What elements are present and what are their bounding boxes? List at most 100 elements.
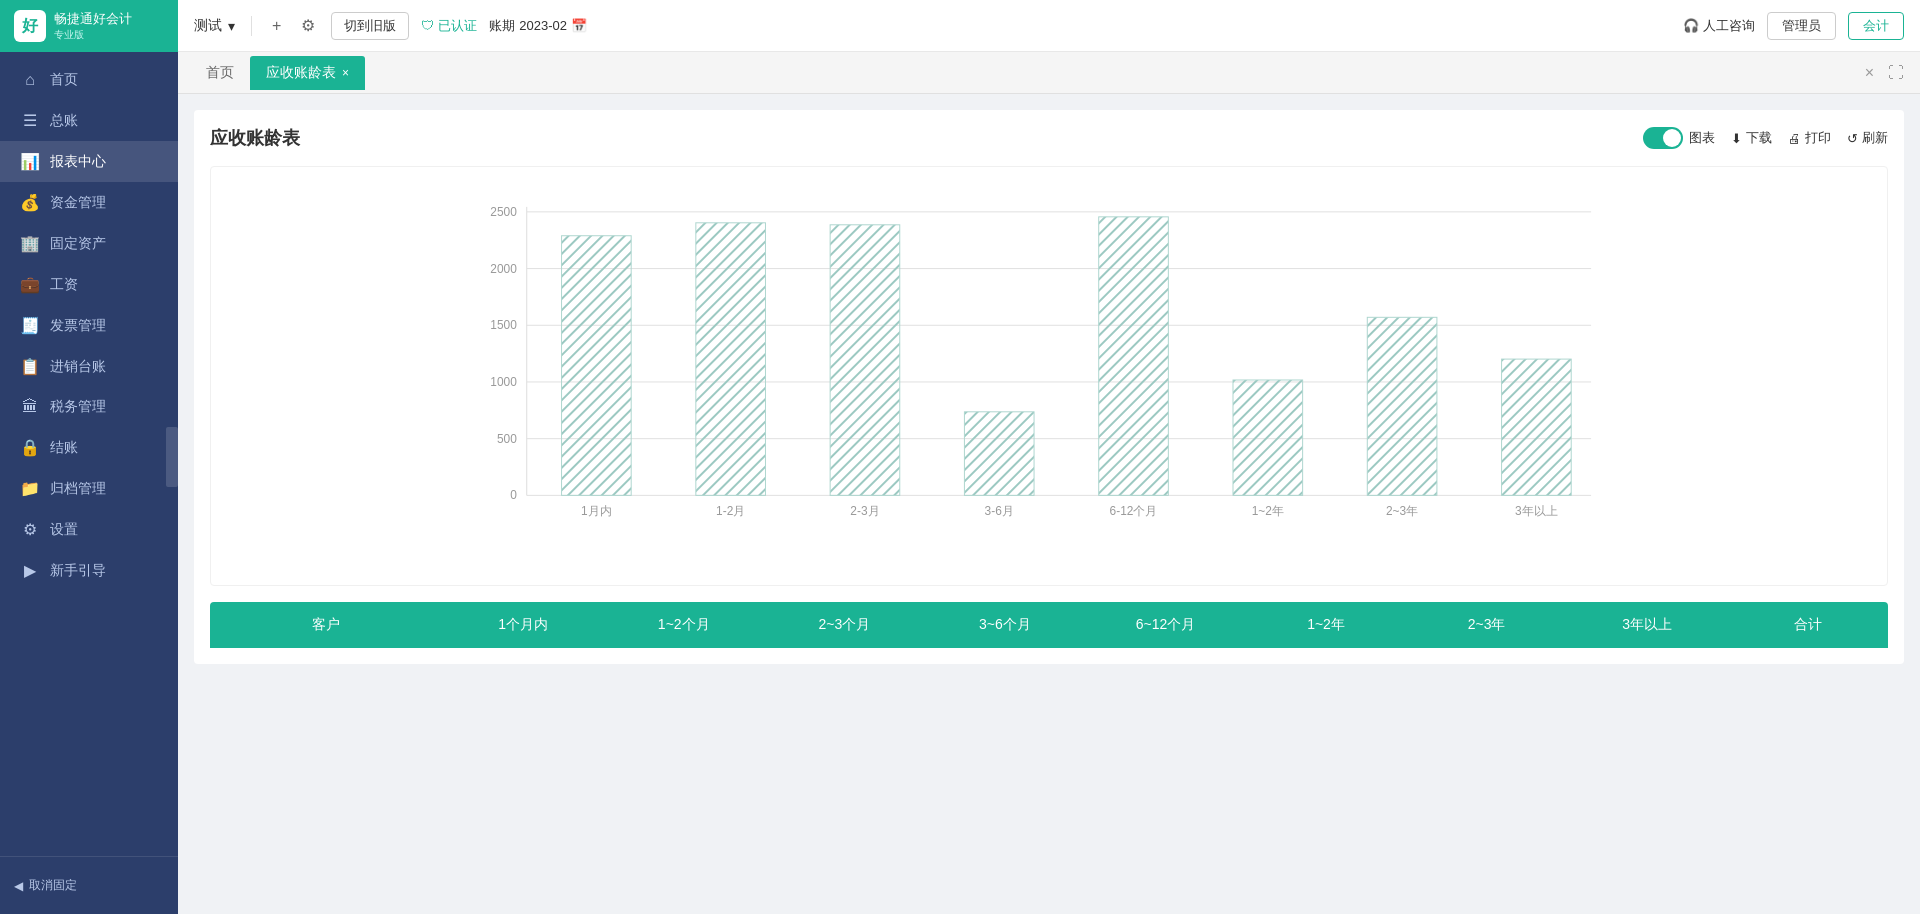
chart-toggle[interactable]: [1643, 127, 1683, 149]
sidebar-item-reports[interactable]: 📊报表中心: [0, 141, 178, 182]
sidebar-item-home[interactable]: ⌂首页: [0, 60, 178, 100]
pin-icon: ◀: [14, 879, 23, 893]
role-button[interactable]: 会计: [1848, 12, 1904, 40]
sidebar-label-home: 首页: [50, 71, 78, 89]
download-button[interactable]: ⬇ 下载: [1731, 129, 1772, 147]
svg-rect-18: [1099, 217, 1169, 496]
sidebar-label-invoice: 发票管理: [50, 317, 106, 335]
tab-home[interactable]: 首页: [190, 56, 250, 90]
company-name: 测试: [194, 17, 222, 35]
tab-close-icon[interactable]: ×: [342, 66, 349, 80]
period-value: 2023-02: [519, 18, 567, 33]
svg-text:2000: 2000: [490, 262, 517, 276]
main-area: 测试 ▾ + ⚙ 切到旧版 🛡 已认证 账期 2023-02 📅 🎧 人工咨询 …: [178, 0, 1920, 914]
consult-button[interactable]: 🎧 人工咨询: [1683, 17, 1755, 35]
svg-text:500: 500: [497, 432, 517, 446]
content-inner: 应收账龄表 图表 ⬇ 下载 🖨 打印: [194, 110, 1904, 664]
page-header: 应收账龄表 图表 ⬇ 下载 🖨 打印: [210, 126, 1888, 150]
topbar-right: 🎧 人工咨询 管理员 会计: [1683, 12, 1904, 40]
sidebar-label-tax: 税务管理: [50, 398, 106, 416]
invoice-icon: 🧾: [20, 316, 40, 335]
period-label: 账期: [489, 17, 515, 35]
sidebar-label-assets: 固定资产: [50, 235, 106, 253]
refresh-button[interactable]: ↺ 刷新: [1847, 129, 1888, 147]
svg-text:2~3年: 2~3年: [1386, 504, 1418, 518]
svg-rect-19: [1233, 380, 1303, 495]
table-header-7: 2~3年: [1406, 602, 1567, 648]
table-header-5: 6~12个月: [1085, 602, 1246, 648]
print-label: 打印: [1805, 129, 1831, 147]
sidebar-item-closing[interactable]: 🔒结账: [0, 427, 178, 468]
app-name: 畅捷通好会计: [54, 10, 132, 28]
sidebar-label-funds: 资金管理: [50, 194, 106, 212]
download-label: 下载: [1746, 129, 1772, 147]
sidebar-item-settings[interactable]: ⚙设置: [0, 509, 178, 550]
refresh-label: 刷新: [1862, 129, 1888, 147]
svg-rect-21: [1502, 359, 1572, 495]
print-button[interactable]: 🖨 打印: [1788, 129, 1831, 147]
tab-ar-aging-label: 应收账龄表: [266, 64, 336, 82]
sidebar-item-trade[interactable]: 📋进销台账: [0, 346, 178, 387]
certified-label: 已认证: [438, 17, 477, 35]
refresh-icon: ↺: [1847, 131, 1858, 146]
guide-icon: ▶: [20, 561, 40, 580]
salary-icon: 💼: [20, 275, 40, 294]
page-actions: 图表 ⬇ 下载 🖨 打印 ↺ 刷新: [1643, 127, 1888, 149]
window-close-icon[interactable]: ×: [1861, 60, 1878, 86]
tab-bar-right: × ⛶: [1861, 60, 1908, 86]
toggle-knob: [1663, 129, 1681, 147]
table-header-6: 1~2年: [1246, 602, 1407, 648]
content-area: 应收账龄表 图表 ⬇ 下载 🖨 打印: [178, 94, 1920, 914]
calendar-icon[interactable]: 📅: [571, 18, 587, 33]
svg-text:3年以上: 3年以上: [1515, 504, 1558, 518]
sidebar-label-salary: 工资: [50, 276, 78, 294]
toggle-label: 图表: [1689, 129, 1715, 147]
switch-version-button[interactable]: 切到旧版: [331, 12, 409, 40]
svg-text:0: 0: [510, 488, 517, 502]
svg-rect-20: [1367, 317, 1437, 495]
sidebar-label-archive: 归档管理: [50, 480, 106, 498]
table-header-1: 1个月内: [443, 602, 604, 648]
archive-icon: 📁: [20, 479, 40, 498]
sidebar-item-salary[interactable]: 💼 工资: [0, 264, 178, 305]
svg-text:1~2年: 1~2年: [1252, 504, 1284, 518]
consult-label: 人工咨询: [1703, 17, 1755, 35]
sidebar-item-archive[interactable]: 📁 归档管理: [0, 468, 178, 509]
sidebar-item-funds[interactable]: 💰资金管理: [0, 182, 178, 223]
table-header: 客户1个月内1~2个月2~3个月3~6个月6~12个月1~2年2~3年3年以上合…: [210, 602, 1888, 648]
tab-ar-aging[interactable]: 应收账龄表 ×: [250, 56, 365, 90]
app-edition: 专业版: [54, 28, 132, 42]
table-header-9: 合计: [1727, 602, 1888, 648]
table-header-0: 客户: [210, 602, 443, 648]
add-button[interactable]: +: [268, 13, 285, 39]
settings-button[interactable]: ⚙: [297, 12, 319, 39]
sidebar-scroll[interactable]: [166, 427, 178, 487]
sidebar-item-guide[interactable]: ▶ 新手引导: [0, 550, 178, 591]
svg-rect-17: [964, 412, 1034, 496]
reports-icon: 📊: [20, 152, 40, 171]
sidebar-label-trade: 进销台账: [50, 358, 106, 376]
sidebar-item-invoice[interactable]: 🧾 发票管理: [0, 305, 178, 346]
shield-icon: 🛡: [421, 18, 434, 33]
print-icon: 🖨: [1788, 131, 1801, 146]
svg-text:2500: 2500: [490, 205, 517, 219]
tab-home-label: 首页: [206, 64, 234, 82]
period-display: 账期 2023-02 📅: [489, 17, 587, 35]
sidebar-item-ledger[interactable]: ☰总账: [0, 100, 178, 141]
dropdown-icon: ▾: [228, 18, 235, 34]
table-header-2: 1~2个月: [603, 602, 764, 648]
cancel-fixed-btn[interactable]: ◀ 取消固定: [0, 867, 178, 904]
assets-icon: 🏢: [20, 234, 40, 253]
user-button[interactable]: 管理员: [1767, 12, 1836, 40]
table-header-3: 2~3个月: [764, 602, 925, 648]
tax-icon: 🏛: [20, 398, 40, 416]
window-expand-icon[interactable]: ⛶: [1884, 60, 1908, 86]
company-selector[interactable]: 测试 ▾: [194, 17, 235, 35]
svg-text:3-6月: 3-6月: [985, 504, 1014, 518]
svg-text:1-2月: 1-2月: [716, 504, 745, 518]
svg-rect-14: [562, 236, 632, 496]
sidebar-item-tax[interactable]: 🏛 税务管理: [0, 387, 178, 427]
sidebar-item-assets[interactable]: 🏢 固定资产: [0, 223, 178, 264]
bar-chart: 0 500 1000 1500 2000 2500: [231, 187, 1857, 565]
sidebar-label-guide: 新手引导: [50, 562, 106, 580]
